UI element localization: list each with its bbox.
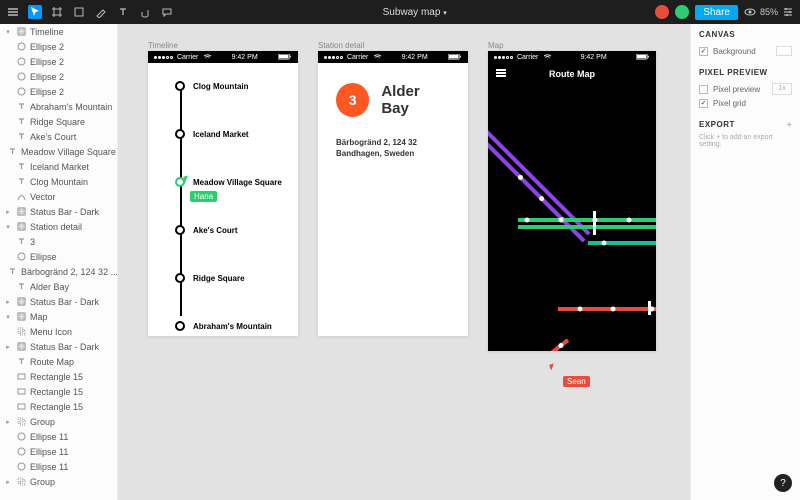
map-title: Route Map <box>549 69 595 79</box>
multiplier-input[interactable]: 1x <box>772 83 792 95</box>
layer-row[interactable]: ▾Station detail <box>0 219 117 234</box>
section-header: Canvas <box>699 30 792 39</box>
layer-row[interactable]: Iceland Market <box>0 159 117 174</box>
status-bar: Carrier 9:42 PM <box>318 51 468 63</box>
remote-cursor-label: Sean <box>563 376 590 387</box>
station-address: Bandhagen, Sweden <box>336 148 450 159</box>
move-tool[interactable] <box>28 5 42 19</box>
pixel-grid-label: Pixel grid <box>713 99 746 108</box>
timeline-stop: Ridge Square <box>175 273 245 283</box>
frame-label[interactable]: Map <box>488 41 504 50</box>
station-name: Alder Bay <box>381 83 450 117</box>
comment-tool[interactable] <box>160 5 174 19</box>
layer-row[interactable]: Meadow Village Square <box>0 144 117 159</box>
interchange-marker <box>648 301 651 315</box>
view-icon[interactable] <box>744 6 756 18</box>
subway-line <box>492 338 569 351</box>
line-number-badge: 3 <box>336 83 369 117</box>
layer-row[interactable]: Ellipse 11 <box>0 429 117 444</box>
layer-row[interactable]: Alder Bay <box>0 279 117 294</box>
export-hint: Click + to add an export setting. <box>699 134 792 148</box>
layer-row[interactable]: Ellipse 2 <box>0 39 117 54</box>
frame-tool[interactable] <box>50 5 64 19</box>
document-title[interactable]: Subway map ▾ <box>182 7 647 18</box>
settings-icon[interactable] <box>782 6 794 18</box>
layer-row[interactable]: Route Map <box>0 354 117 369</box>
layer-row[interactable]: 3 <box>0 234 117 249</box>
layer-row[interactable]: Ake's Court <box>0 129 117 144</box>
background-label: Background <box>713 47 771 56</box>
help-button[interactable]: ? <box>774 474 792 492</box>
zoom-level[interactable]: 85% <box>760 7 778 17</box>
subway-line <box>588 241 656 245</box>
layer-row[interactable]: Clog Mountain <box>0 174 117 189</box>
artboard-detail[interactable]: Carrier 9:42 PM 3 Alder Bay Bärbogränd 2… <box>318 51 468 336</box>
artboard-timeline[interactable]: Carrier 9:42 PM Clog Mountain Iceland Mar… <box>148 51 298 336</box>
layer-row[interactable]: ▾Timeline <box>0 24 117 39</box>
layer-row[interactable]: Ellipse 11 <box>0 444 117 459</box>
layers-panel: ▾TimelineEllipse 2Ellipse 2Ellipse 2Elli… <box>0 24 118 500</box>
layer-row[interactable]: Rectangle 15 <box>0 399 117 414</box>
status-bar: Carrier 9:42 PM <box>488 51 656 63</box>
inspector-panel: Canvas ✓ Background Pixel Preview Pixel p… <box>690 24 800 500</box>
subway-line <box>558 307 656 311</box>
timeline-stop: Meadow Village Square <box>175 177 282 187</box>
layer-row[interactable]: Ridge Square <box>0 114 117 129</box>
canvas[interactable]: Timeline Carrier 9:42 PM Clog Mountain Ic… <box>118 24 690 500</box>
layer-row[interactable]: ▸Status Bar - Dark <box>0 204 117 219</box>
avatar[interactable] <box>655 5 669 19</box>
status-bar: Carrier 9:42 PM <box>148 51 298 63</box>
timeline-stop: Clog Mountain <box>175 81 249 91</box>
pen-tool[interactable] <box>94 5 108 19</box>
layer-row[interactable]: ▸Group <box>0 474 117 489</box>
frame-label[interactable]: Station detail <box>318 41 364 50</box>
section-header: Pixel Preview <box>699 68 792 77</box>
share-button[interactable]: Share <box>695 5 738 20</box>
interchange-marker <box>593 211 596 235</box>
color-swatch[interactable] <box>776 46 792 56</box>
text-tool[interactable] <box>116 5 130 19</box>
checkbox[interactable]: ✓ <box>699 47 708 56</box>
hand-tool[interactable] <box>138 5 152 19</box>
layer-row[interactable]: Vector <box>0 189 117 204</box>
layer-row[interactable]: ▸Group <box>0 414 117 429</box>
hamburger-icon[interactable] <box>496 69 506 79</box>
layer-row[interactable]: ▸Status Bar - Dark <box>0 339 117 354</box>
remote-cursor <box>549 363 556 370</box>
layer-row[interactable]: ▾Map <box>0 309 117 324</box>
layer-row[interactable]: Bärbogränd 2, 124 32 ... <box>0 264 117 279</box>
timeline-stop: Iceland Market <box>175 129 249 139</box>
layer-row[interactable]: Ellipse <box>0 249 117 264</box>
subway-line <box>518 218 656 222</box>
avatar[interactable] <box>675 5 689 19</box>
artboard-map[interactable]: Carrier 9:42 PM Route Map <box>488 51 656 351</box>
layer-row[interactable]: ▸Status Bar - Dark <box>0 294 117 309</box>
layer-row[interactable]: Rectangle 15 <box>0 384 117 399</box>
add-export-button[interactable]: + <box>787 120 792 129</box>
frame-label[interactable]: Timeline <box>148 41 178 50</box>
layer-row[interactable]: Rectangle 15 <box>0 369 117 384</box>
layer-row[interactable]: Menu Icon <box>0 324 117 339</box>
shape-tool[interactable] <box>72 5 86 19</box>
timeline-stop: Ake's Court <box>175 225 238 235</box>
station-address: Bärbogränd 2, 124 32 <box>336 137 450 148</box>
menu-icon[interactable] <box>6 5 20 19</box>
subway-line <box>518 225 656 229</box>
checkbox[interactable]: ✓ <box>699 99 708 108</box>
timeline-stop: Abraham's Mountain <box>175 321 272 331</box>
pixel-preview-label: Pixel preview <box>713 85 767 94</box>
layer-row[interactable]: Ellipse 2 <box>0 54 117 69</box>
checkbox[interactable] <box>699 85 708 94</box>
section-header: Export+ <box>699 120 792 129</box>
layer-row[interactable]: Ellipse 11 <box>0 459 117 474</box>
layer-row[interactable]: Ellipse 2 <box>0 69 117 84</box>
layer-row[interactable]: Abraham's Mountain <box>0 99 117 114</box>
layer-row[interactable]: Ellipse 2 <box>0 84 117 99</box>
remote-cursor <box>183 175 190 182</box>
remote-cursor-label: Hana <box>190 191 217 202</box>
